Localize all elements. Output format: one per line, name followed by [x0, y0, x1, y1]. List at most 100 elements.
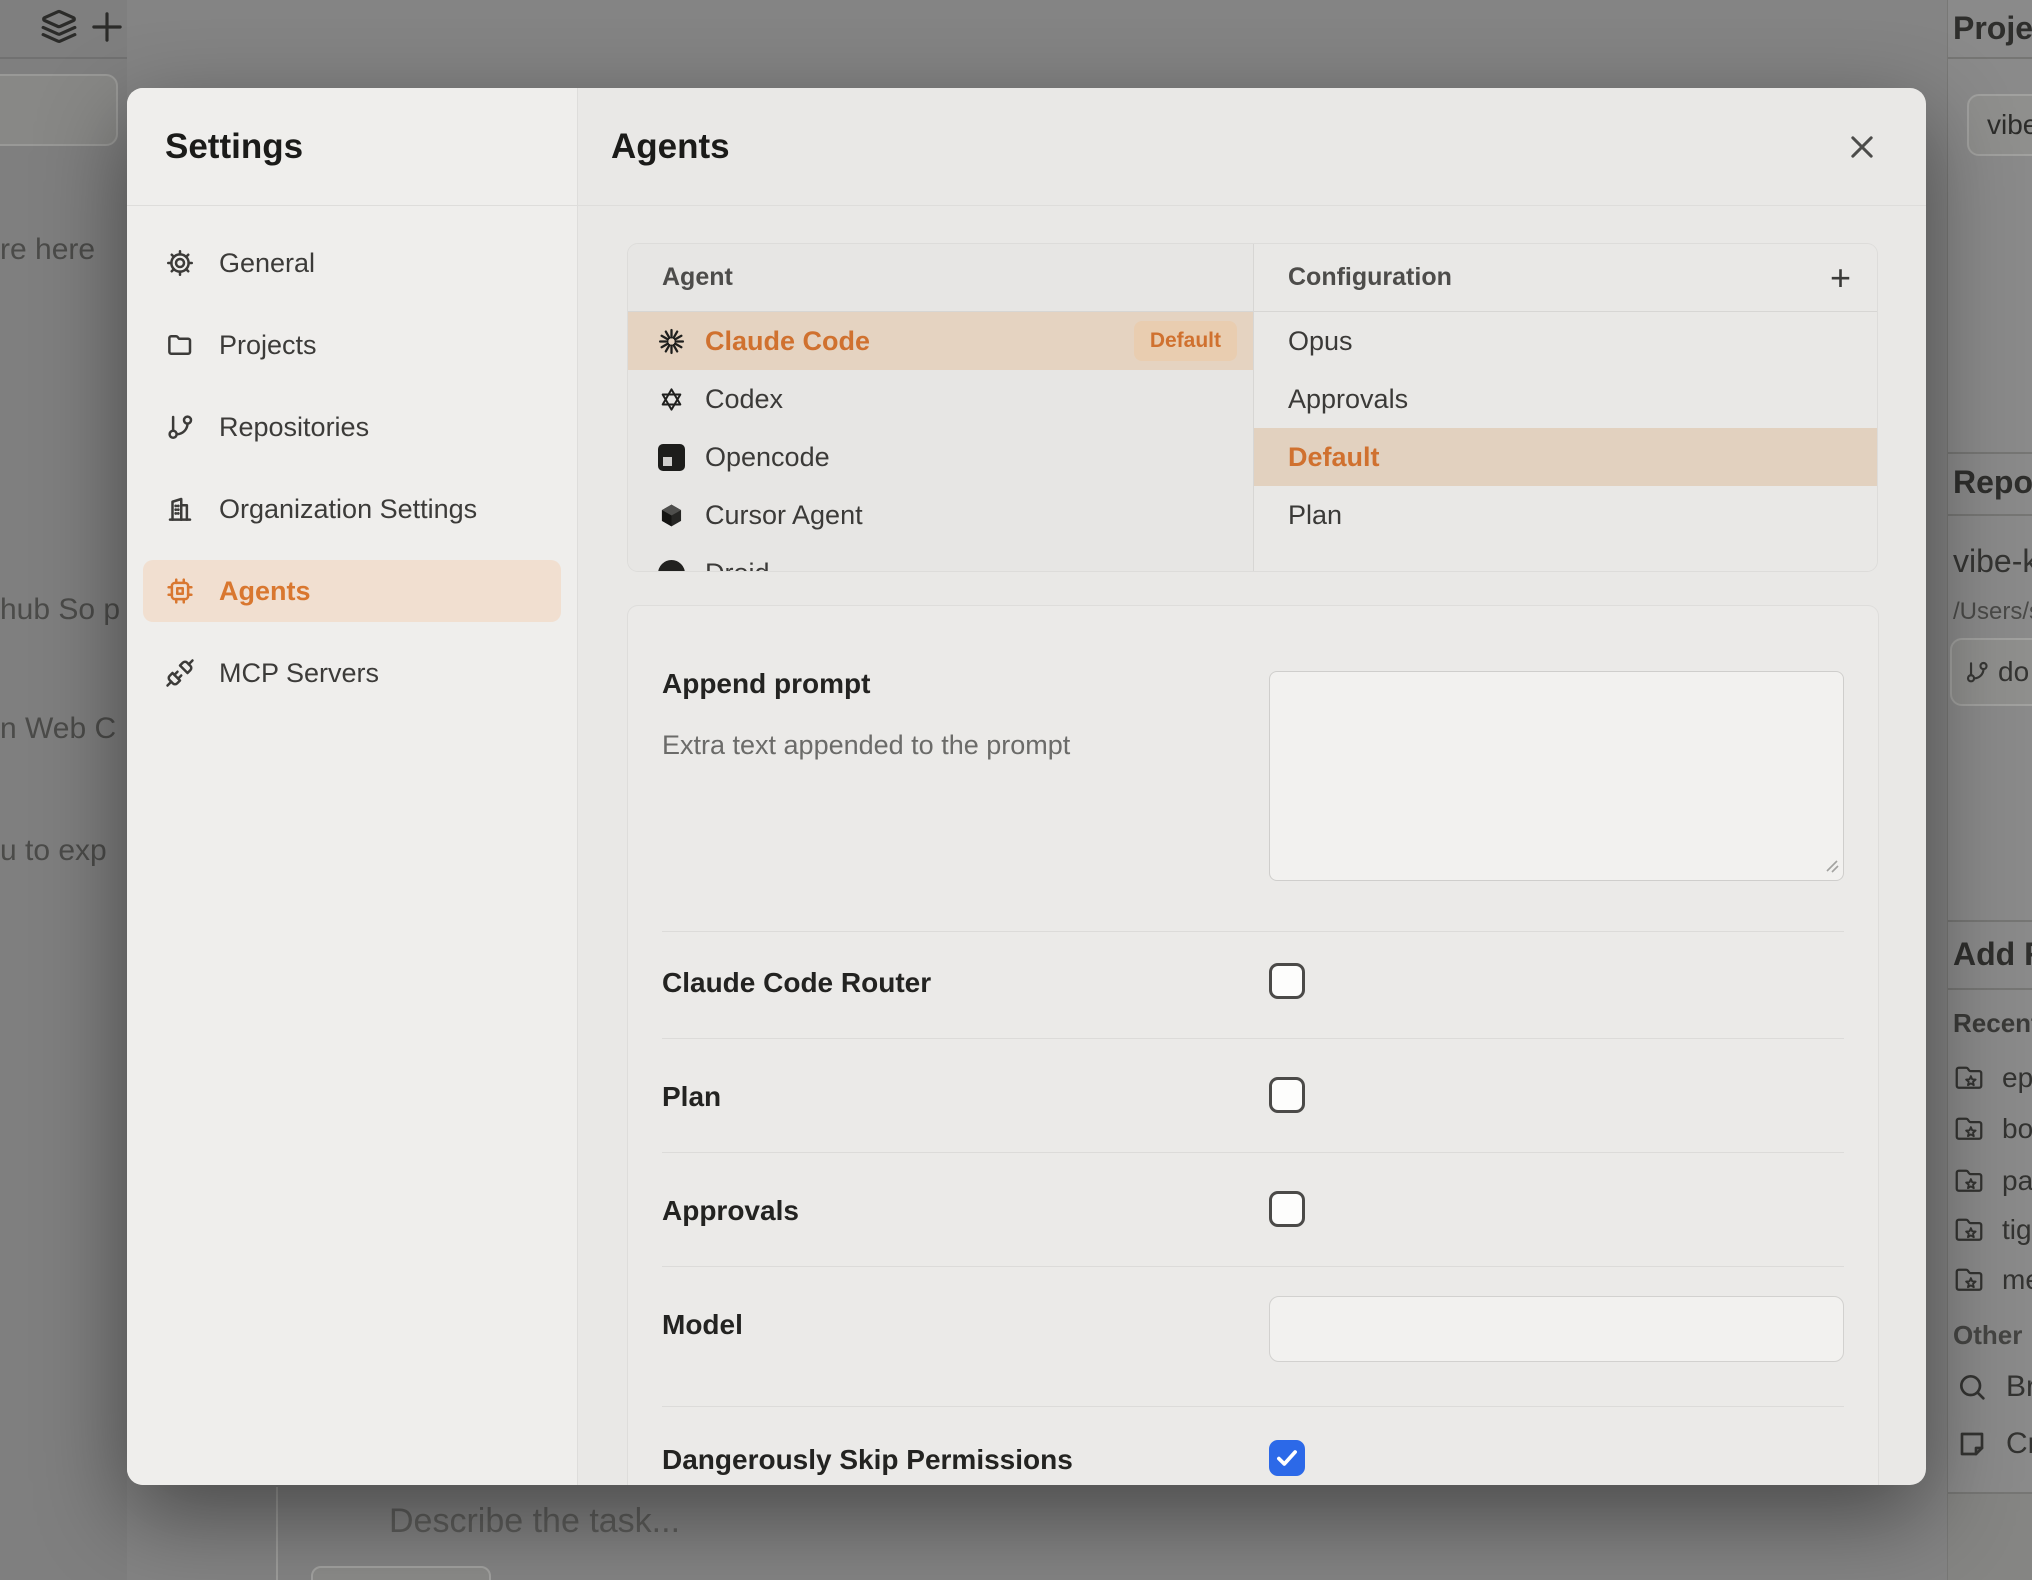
- backdrop-recent-repo-label: bo: [2002, 1113, 2032, 1145]
- gear-icon: [165, 248, 195, 278]
- model-label: Model: [662, 1309, 743, 1341]
- backdrop-recent-repo-row: bo: [1954, 1113, 2032, 1145]
- chip-icon: [165, 576, 195, 606]
- divider: [1948, 514, 2032, 516]
- building-icon: [165, 494, 195, 524]
- add-configuration-button[interactable]: +: [1830, 260, 1851, 296]
- new-document-icon: [1956, 1428, 1988, 1460]
- divider: [662, 1266, 1844, 1267]
- backdrop-recent-repo-label: ep: [2002, 1062, 2032, 1094]
- backdrop-toolbar-divider: [0, 57, 127, 59]
- opencode-icon: [658, 444, 685, 471]
- backdrop-recent-label: Recent: [1953, 1008, 2032, 1039]
- backdrop-other-label: Other: [1953, 1320, 2022, 1351]
- backdrop-recent-repo-row: pa: [1954, 1165, 2032, 1197]
- divider: [662, 931, 1844, 932]
- sidebar-item-projects[interactable]: Projects: [143, 314, 561, 376]
- agent-name: Droid: [705, 558, 770, 572]
- droid-icon: [658, 560, 685, 572]
- divider: [1948, 452, 2032, 454]
- plan-label: Plan: [662, 1081, 721, 1113]
- configuration-header-label: Configuration: [1288, 263, 1452, 292]
- config-row-opus[interactable]: Opus: [1254, 312, 1877, 370]
- backdrop-add-repo-header: Add R: [1953, 936, 2032, 973]
- agent-row-cursor-agent[interactable]: Cursor Agent: [628, 486, 1253, 544]
- backdrop-repo-name: vibe-k: [1953, 543, 2032, 580]
- configuration-column: Configuration + Opus Approvals Default: [1254, 244, 1877, 571]
- search-icon: [1956, 1371, 1988, 1403]
- folder-star-icon: [1954, 1166, 1984, 1196]
- model-input[interactable]: [1269, 1296, 1844, 1362]
- dangerously-skip-permissions-checkbox[interactable]: [1269, 1440, 1305, 1476]
- config-name: Default: [1288, 442, 1380, 473]
- backdrop-repo-path: /Users/s: [1953, 598, 2032, 626]
- divider: [1948, 988, 2032, 990]
- sidebar-item-label: Projects: [219, 330, 317, 361]
- codex-openai-icon: [658, 386, 685, 413]
- backdrop-input-box: [0, 74, 118, 146]
- backdrop-right-footer: [1948, 1494, 2032, 1580]
- backdrop-text-fragment: re here: [0, 233, 130, 267]
- agent-column-header: Agent: [628, 244, 1253, 312]
- config-row-approvals[interactable]: Approvals: [1254, 370, 1877, 428]
- backdrop-recent-repo-row: tig: [1954, 1214, 2032, 1246]
- backdrop-partial-button: [311, 1566, 491, 1580]
- backdrop-right-panel: Proje vibe Repos vibe-k /Users/s do Add …: [1947, 0, 2032, 1580]
- sidebar-item-general[interactable]: General: [143, 232, 561, 294]
- agent-name: Codex: [705, 384, 783, 415]
- agents-content: Agent Claude Code Default: [578, 206, 1926, 1485]
- agent-config-table: Agent Claude Code Default: [628, 244, 1877, 571]
- backdrop-browse-row: Br: [1956, 1370, 2032, 1404]
- config-row-plan[interactable]: Plan: [1254, 486, 1877, 544]
- folder-star-icon: [1954, 1215, 1984, 1245]
- default-badge: Default: [1134, 321, 1237, 361]
- backdrop-branch-chip: do: [1950, 638, 2032, 706]
- plan-checkbox[interactable]: [1269, 1077, 1305, 1113]
- backdrop-task-placeholder: Describe the task...: [389, 1502, 680, 1541]
- claude-code-router-checkbox[interactable]: [1269, 963, 1305, 999]
- backdrop-recent-repo-label: tig: [2002, 1214, 2032, 1246]
- unplug-icon: [165, 658, 195, 688]
- backdrop-repos-header: Repos: [1953, 464, 2032, 501]
- sidebar-item-mcp-servers[interactable]: MCP Servers: [143, 642, 561, 704]
- append-prompt-textarea[interactable]: [1269, 671, 1844, 881]
- config-row-default[interactable]: Default: [1254, 428, 1877, 486]
- sidebar-item-agents[interactable]: Agents: [143, 560, 561, 622]
- divider: [662, 1038, 1844, 1039]
- backdrop-text-fragment: hub So p: [0, 593, 130, 627]
- claude-icon: [658, 328, 685, 355]
- folder-star-icon: [1954, 1265, 1984, 1295]
- git-branch-icon: [165, 412, 195, 442]
- backdrop-task-panel-edge: [276, 1487, 278, 1580]
- backdrop-project-chip: vibe: [1967, 94, 2032, 156]
- sidebar-item-label: Organization Settings: [219, 494, 477, 525]
- settings-sidebar: Settings General: [127, 88, 578, 1485]
- dangerously-skip-permissions-label: Dangerously Skip Permissions: [662, 1444, 1073, 1476]
- settings-sidebar-header: Settings: [127, 88, 577, 206]
- agent-row-opencode[interactable]: Opencode: [628, 428, 1253, 486]
- agent-row-droid[interactable]: Droid: [628, 544, 1253, 571]
- append-prompt-label: Append prompt: [662, 668, 870, 700]
- backdrop-project-chip-label: vibe: [1969, 109, 2032, 141]
- divider: [1948, 57, 2032, 59]
- divider: [662, 1152, 1844, 1153]
- sidebar-item-organization-settings[interactable]: Organization Settings: [143, 478, 561, 540]
- agent-row-claude-code[interactable]: Claude Code Default: [628, 312, 1253, 370]
- sidebar-item-label: MCP Servers: [219, 658, 379, 689]
- sidebar-item-repositories[interactable]: Repositories: [143, 396, 561, 458]
- backdrop-create-row: Cr: [1956, 1427, 2032, 1461]
- agent-name: Opencode: [705, 442, 830, 473]
- approvals-checkbox[interactable]: [1269, 1191, 1305, 1227]
- configuration-column-header: Configuration +: [1254, 244, 1877, 312]
- backdrop-left-panel: re here hub So p n Web C u to exp: [0, 0, 127, 1580]
- settings-title: Settings: [165, 127, 303, 167]
- page-title: Agents: [611, 127, 730, 167]
- agents-header: Agents: [578, 88, 1926, 206]
- divider: [662, 1406, 1844, 1407]
- agent-name: Claude Code: [705, 326, 870, 357]
- close-icon[interactable]: [1842, 127, 1882, 167]
- agent-row-codex[interactable]: Codex: [628, 370, 1253, 428]
- config-name: Opus: [1288, 326, 1353, 357]
- layers-icon: [40, 8, 78, 46]
- backdrop-branch-chip-label: do: [1990, 656, 2029, 688]
